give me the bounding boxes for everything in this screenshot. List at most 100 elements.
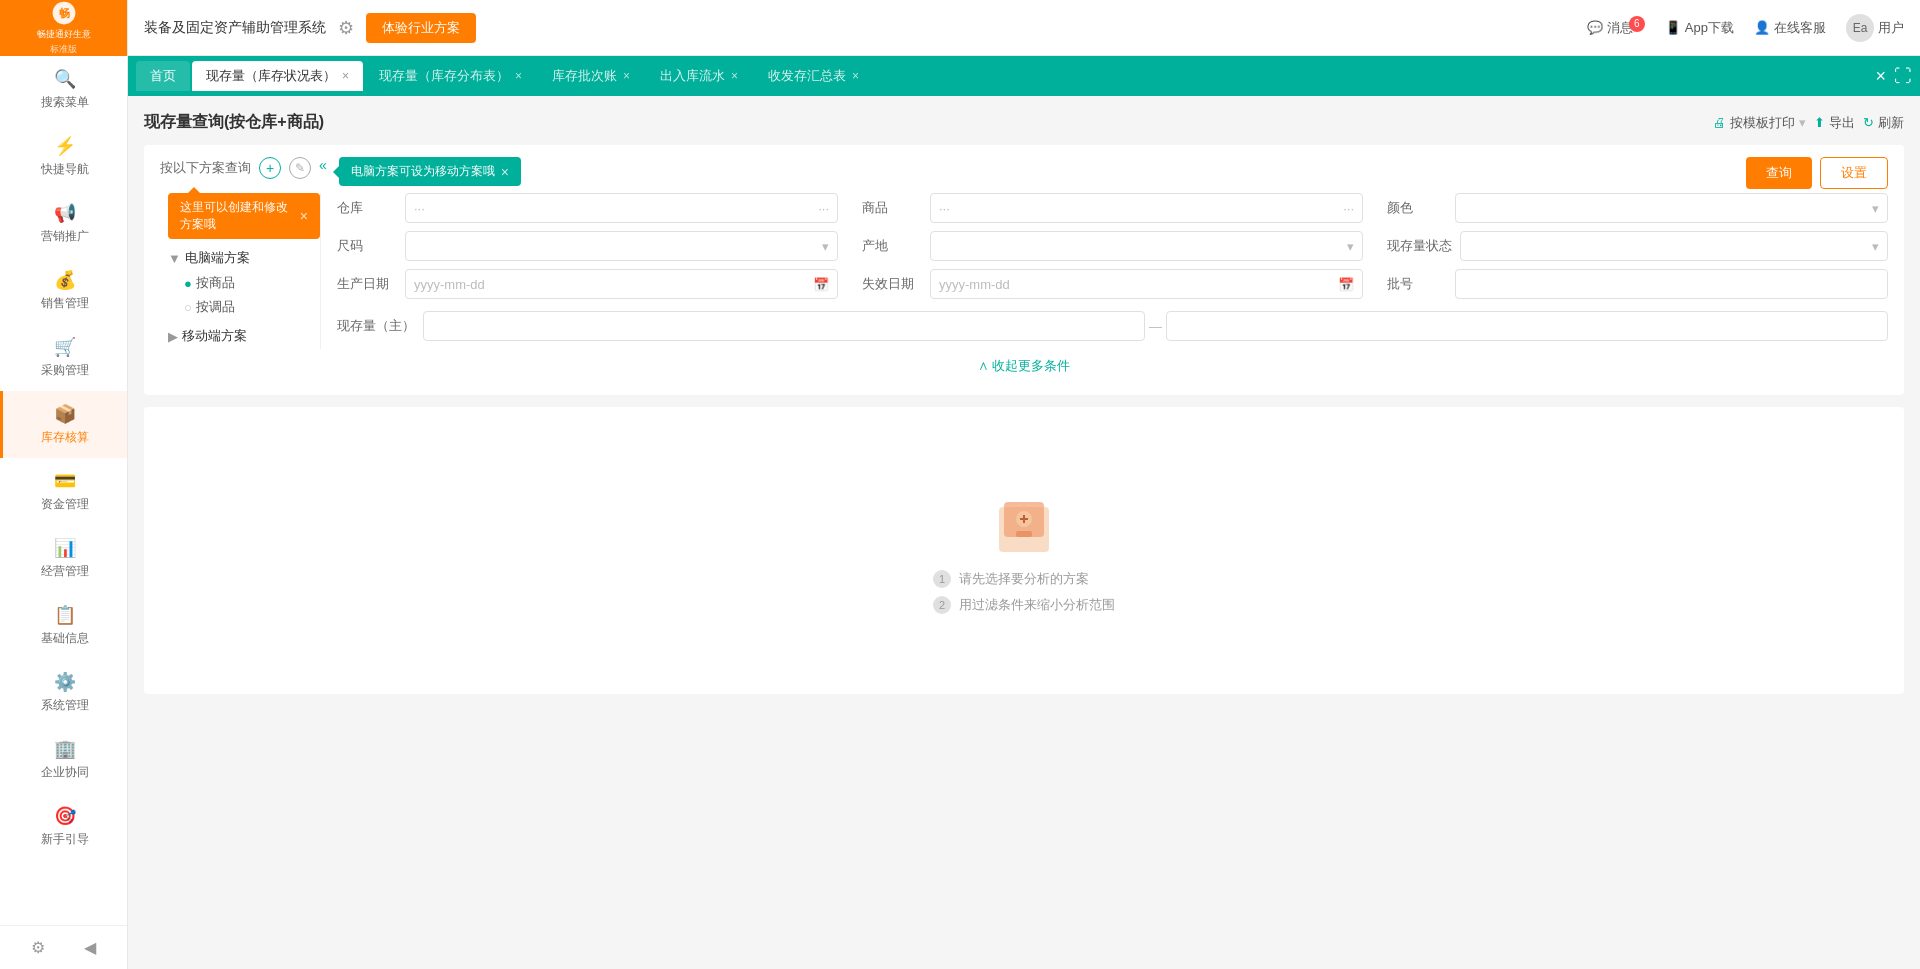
stock-status-label: 现存量状态 xyxy=(1387,237,1452,255)
print-btn[interactable]: 🖨 按模板打印 ▾ xyxy=(1713,114,1806,132)
tab-batch-ledger-label: 库存批次账 xyxy=(552,67,617,85)
print-label: 按模板打印 xyxy=(1730,114,1795,132)
size-arrow-icon: ▾ xyxy=(822,239,829,254)
tab-stock-status-close[interactable]: × xyxy=(342,69,349,83)
tab-stock-dist-close[interactable]: × xyxy=(515,69,522,83)
scheme-desktop-item[interactable]: ▼ 电脑端方案 xyxy=(160,245,320,271)
query-header-row: 按以下方案查询 + ✎ « 电脑方案可设为移动方案哦 × 查询 设置 xyxy=(160,157,1888,189)
sidebar-item-label-sales: 销售管理 xyxy=(41,295,89,312)
filter-warehouse: 仓库 ··· ··· xyxy=(337,193,838,223)
sidebar-item-marketing[interactable]: 📢 营销推广 xyxy=(0,190,127,257)
product-dots-right: ··· xyxy=(1343,201,1354,216)
logo-version-text: 标准版 xyxy=(50,43,77,56)
create-tooltip-close[interactable]: × xyxy=(300,208,308,224)
sidebar-settings-btn[interactable]: ⚙ xyxy=(31,938,45,957)
app-label: App下载 xyxy=(1685,19,1734,37)
sidebar-item-label-purchase: 采购管理 xyxy=(41,362,89,379)
collapse-bar[interactable]: ∧ 收起更多条件 xyxy=(160,349,1888,383)
create-tooltip: 这里可以创建和修改方案哦 × xyxy=(168,193,320,239)
svg-text:畅: 畅 xyxy=(58,7,69,19)
search-buttons: 查询 设置 xyxy=(1746,157,1888,189)
trial-button[interactable]: 体验行业方案 xyxy=(366,13,476,43)
exp-date-input[interactable]: yyyy-mm-dd 📅 xyxy=(930,269,1363,299)
sidebar-item-label-quick: 快捷导航 xyxy=(41,161,89,178)
reset-button[interactable]: 设置 xyxy=(1820,157,1888,189)
tab-io-flow-close[interactable]: × xyxy=(731,69,738,83)
scheme-child-label-2: 按调品 xyxy=(196,298,235,316)
origin-select[interactable]: ▾ xyxy=(930,231,1363,261)
tab-home[interactable]: 首页 xyxy=(136,61,190,91)
tab-collect-summary-close[interactable]: × xyxy=(852,69,859,83)
add-scheme-btn[interactable]: + xyxy=(259,157,281,179)
prod-date-input[interactable]: yyyy-mm-dd 📅 xyxy=(405,269,838,299)
scheme-desktop-label: 电脑端方案 xyxy=(185,249,250,267)
product-select[interactable]: ··· ··· xyxy=(930,193,1363,223)
sidebar-item-sales[interactable]: 💰 销售管理 xyxy=(0,257,127,324)
message-btn[interactable]: 💬 消息 6 xyxy=(1587,19,1645,37)
tab-io-flow[interactable]: 出入库流水 × xyxy=(646,61,752,91)
support-icon: 👤 xyxy=(1754,20,1770,35)
filter-origin: 产地 ▾ xyxy=(862,231,1363,261)
export-btn[interactable]: ⬆ 导出 xyxy=(1814,114,1855,132)
tab-stock-dist-label: 现存量（库存分布表） xyxy=(379,67,509,85)
sidebar-item-search-menu[interactable]: 🔍 搜索菜单 xyxy=(0,56,127,123)
sidebar-item-inventory[interactable]: 📦 库存核算 xyxy=(0,391,127,458)
batch-no-input[interactable] xyxy=(1455,269,1888,299)
support-label: 在线客服 xyxy=(1774,19,1826,37)
close-all-tabs-btn[interactable]: × xyxy=(1875,66,1886,87)
support-btn[interactable]: 👤 在线客服 xyxy=(1754,19,1826,37)
tab-stock-dist[interactable]: 现存量（库存分布表） × xyxy=(365,61,536,91)
sidebar-item-finance[interactable]: 💳 资金管理 xyxy=(0,458,127,525)
sidebar-collapse-btn[interactable]: ◀ xyxy=(84,938,96,957)
color-select[interactable]: ▾ xyxy=(1455,193,1888,223)
sidebar-item-enterprise[interactable]: 🏢 企业协同 xyxy=(0,726,127,793)
operations-icon: 📊 xyxy=(54,537,76,559)
product-label: 商品 xyxy=(862,199,922,217)
refresh-btn[interactable]: ↻ 刷新 xyxy=(1863,114,1904,132)
topbar-settings-icon[interactable]: ⚙ xyxy=(338,17,354,39)
stock-qty-max[interactable] xyxy=(1166,311,1888,341)
edit-scheme-btn[interactable]: ✎ xyxy=(289,157,311,179)
sidebar-item-label-inventory: 库存核算 xyxy=(41,429,89,446)
sidebar-item-quick-nav[interactable]: ⚡ 快捷导航 xyxy=(0,123,127,190)
radio-icon: ● xyxy=(184,276,192,291)
exp-date-placeholder: yyyy-mm-dd xyxy=(939,277,1010,292)
quick-nav-icon: ⚡ xyxy=(54,135,76,157)
tab-batch-ledger-close[interactable]: × xyxy=(623,69,630,83)
user-area[interactable]: Ea 用户 xyxy=(1846,14,1904,42)
tab-batch-ledger[interactable]: 库存批次账 × xyxy=(538,61,644,91)
back-btn[interactable]: « xyxy=(319,157,327,173)
tab-collect-summary[interactable]: 收发存汇总表 × xyxy=(754,61,873,91)
size-label: 尺码 xyxy=(337,237,397,255)
prod-date-cal-icon: 📅 xyxy=(813,277,829,292)
sidebar-item-purchase[interactable]: 🛒 采购管理 xyxy=(0,324,127,391)
expand-tabs-btn[interactable]: ⛶ xyxy=(1894,66,1912,87)
search-button[interactable]: 查询 xyxy=(1746,157,1812,189)
topbar: 装备及固定资产辅助管理系统 ⚙ 体验行业方案 💬 消息 6 📱 App下载 👤 … xyxy=(128,0,1920,56)
sidebar-item-operations[interactable]: 📊 经营管理 xyxy=(0,525,127,592)
tab-stock-status[interactable]: 现存量（库存状况表） × xyxy=(192,61,363,91)
scheme-child-label-1: 按商品 xyxy=(196,274,235,292)
sidebar-item-label-enterprise: 企业协同 xyxy=(41,764,89,781)
user-label: 用户 xyxy=(1878,19,1904,37)
scheme-desktop-arrow: ▼ xyxy=(168,251,181,266)
stock-status-select[interactable]: ▾ xyxy=(1460,231,1888,261)
scheme-tooltip-close[interactable]: × xyxy=(501,164,509,180)
page-actions: 🖨 按模板打印 ▾ ⬆ 导出 ↻ 刷新 xyxy=(1713,114,1904,132)
phone-icon: 📱 xyxy=(1665,20,1681,35)
stock-qty-min[interactable] xyxy=(423,311,1145,341)
sidebar-item-guide[interactable]: 🎯 新手引导 xyxy=(0,793,127,860)
scheme-mobile-item[interactable]: ▶ 移动端方案 xyxy=(160,323,320,349)
sidebar-item-system[interactable]: ⚙️ 系统管理 xyxy=(0,659,127,726)
empty-state: 1 请先选择要分析的方案 2 用过滤条件来缩小分析范围 xyxy=(144,407,1904,694)
app-download-btn[interactable]: 📱 App下载 xyxy=(1665,19,1734,37)
size-select[interactable]: ▾ xyxy=(405,231,838,261)
sidebar-item-basic-info[interactable]: 📋 基础信息 xyxy=(0,592,127,659)
tab-stock-status-label: 现存量（库存状况表） xyxy=(206,67,336,85)
scheme-tooltip-text: 电脑方案可设为移动方案哦 xyxy=(351,163,495,180)
scheme-child-sku[interactable]: ○ 按调品 xyxy=(184,295,320,319)
basic-info-icon: 📋 xyxy=(54,604,76,626)
scheme-tree: 这里可以创建和修改方案哦 × ▼ 电脑端方案 ● 按商品 xyxy=(160,193,320,349)
warehouse-select[interactable]: ··· ··· xyxy=(405,193,838,223)
scheme-child-product[interactable]: ● 按商品 xyxy=(184,271,320,295)
